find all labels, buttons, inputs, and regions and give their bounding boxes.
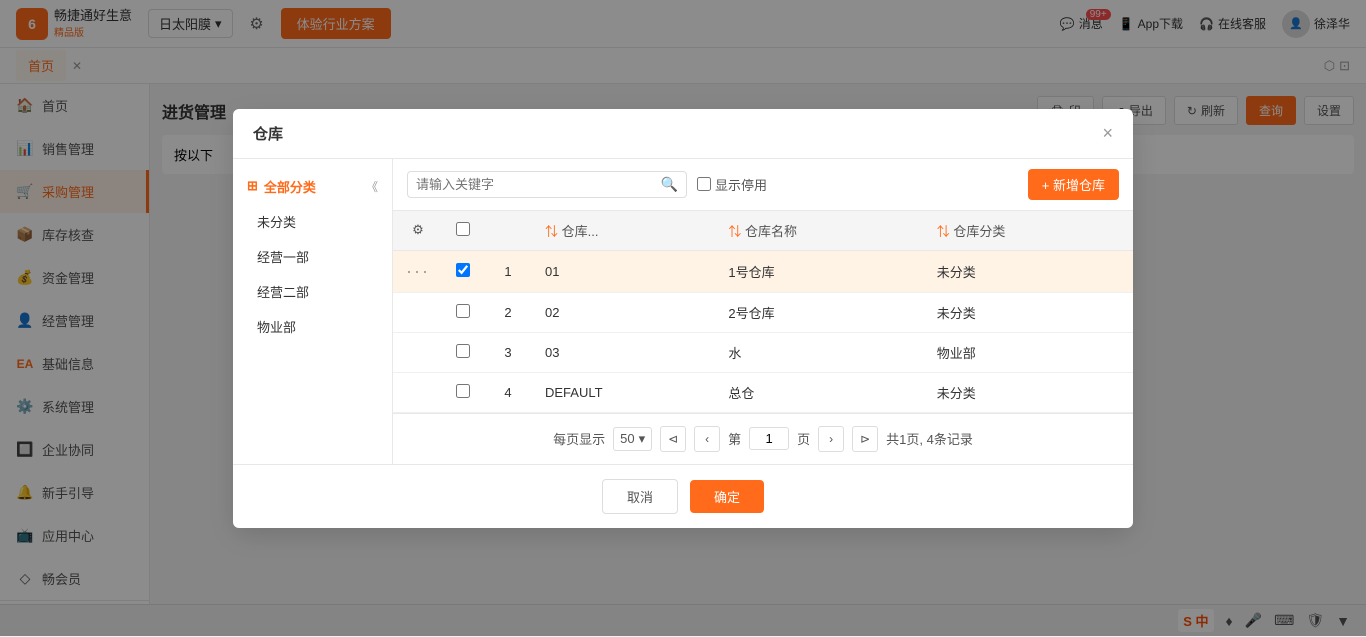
row-checkbox[interactable] <box>456 263 470 277</box>
sort-icon-cat: ⇅ <box>937 224 950 239</box>
row-name: 2号仓库 <box>716 292 924 332</box>
table-row[interactable]: 4 DEFAULT 总仓 未分类 <box>393 372 1133 412</box>
per-page-value: 50 <box>620 431 634 446</box>
row-check[interactable] <box>443 332 483 372</box>
row-gear: ··· <box>393 250 443 292</box>
row-code: 02 <box>533 292 716 332</box>
row-check[interactable] <box>443 250 483 292</box>
per-page-select[interactable]: 50 ▾ <box>613 427 652 451</box>
modal-close-button[interactable]: × <box>1102 123 1113 144</box>
show-disabled-checkbox[interactable] <box>697 177 711 191</box>
modal-header: 仓库 × <box>233 109 1133 159</box>
table-wrap: ⚙ ⇅ 仓库... <box>393 211 1133 413</box>
search-input[interactable] <box>416 177 657 192</box>
row-name: 1号仓库 <box>716 250 924 292</box>
category-item-operations2[interactable]: 经营二部 <box>233 274 392 309</box>
category-panel: ⊞ 全部分类 《 未分类 经营一部 经营二部 物业部 <box>233 159 393 464</box>
row-category: 未分类 <box>925 372 1133 412</box>
search-icon: 🔍 <box>661 176 678 193</box>
row-check[interactable] <box>443 372 483 412</box>
show-disabled-wrap: 显示停用 <box>697 175 767 194</box>
row-checkbox[interactable] <box>456 384 470 398</box>
last-page-button[interactable]: ⊳ <box>852 426 878 452</box>
table-toolbar: 🔍 显示停用 + 新增仓库 <box>393 159 1133 211</box>
row-checkbox[interactable] <box>456 304 470 318</box>
row-code: 03 <box>533 332 716 372</box>
table-row[interactable]: ··· 1 01 1号仓库 未分类 <box>393 250 1133 292</box>
first-page-button[interactable]: ⊲ <box>660 426 686 452</box>
select-all-checkbox[interactable] <box>456 222 470 236</box>
row-num: 4 <box>483 372 533 412</box>
row-check[interactable] <box>443 292 483 332</box>
per-page-label: 每页显示 <box>553 429 605 448</box>
category-item-property[interactable]: 物业部 <box>233 309 392 344</box>
modal-overlay: 仓库 × ⊞ 全部分类 《 未分类 经营一部 经营二部 物业部 <box>0 0 1366 636</box>
page-number-input[interactable] <box>749 427 789 450</box>
sort-icon: ⇅ <box>545 224 558 239</box>
th-num <box>483 211 533 251</box>
modal-body: ⊞ 全部分类 《 未分类 经营一部 经营二部 物业部 🔍 <box>233 159 1133 464</box>
page-suffix: 页 <box>797 429 810 448</box>
row-num: 1 <box>483 250 533 292</box>
row-code: 01 <box>533 250 716 292</box>
row-checkbox[interactable] <box>456 344 470 358</box>
table-row[interactable]: 3 03 水 物业部 <box>393 332 1133 372</box>
show-disabled-label: 显示停用 <box>715 175 767 194</box>
row-category: 物业部 <box>925 332 1133 372</box>
sort-icon-name: ⇅ <box>728 224 741 239</box>
chevron-down-icon-page: ▾ <box>639 431 646 447</box>
grid-icon: ⊞ <box>247 178 258 194</box>
modal-footer: 取消 确定 <box>233 464 1133 528</box>
search-input-wrap[interactable]: 🔍 <box>407 171 687 198</box>
table-panel: 🔍 显示停用 + 新增仓库 ⚙ <box>393 159 1133 464</box>
warehouse-table: ⚙ ⇅ 仓库... <box>393 211 1133 413</box>
modal-title: 仓库 <box>253 123 283 144</box>
gear-icon: ⚙ <box>412 222 424 237</box>
th-name: ⇅ 仓库名称 <box>716 211 924 251</box>
category-header[interactable]: ⊞ 全部分类 《 <box>233 169 392 204</box>
row-code: DEFAULT <box>533 372 716 412</box>
category-item-operations1[interactable]: 经营一部 <box>233 239 392 274</box>
page-label: 第 <box>728 429 741 448</box>
row-category: 未分类 <box>925 292 1133 332</box>
row-name: 水 <box>716 332 924 372</box>
row-gear <box>393 372 443 412</box>
row-gear <box>393 292 443 332</box>
table-header-row: ⚙ ⇅ 仓库... <box>393 211 1133 251</box>
row-gear <box>393 332 443 372</box>
row-name: 总仓 <box>716 372 924 412</box>
prev-page-button[interactable]: ‹ <box>694 426 720 452</box>
pagination: 每页显示 50 ▾ ⊲ ‹ 第 页 › ⊳ 共1页, 4条记录 <box>393 413 1133 464</box>
th-category: ⇅ 仓库分类 <box>925 211 1133 251</box>
th-gear: ⚙ <box>393 211 443 251</box>
warehouse-modal: 仓库 × ⊞ 全部分类 《 未分类 经营一部 经营二部 物业部 <box>233 109 1133 528</box>
category-item-unclassified[interactable]: 未分类 <box>233 204 392 239</box>
th-check <box>443 211 483 251</box>
collapse-button[interactable]: 《 <box>366 178 378 195</box>
all-categories-label: 全部分类 <box>264 177 316 196</box>
add-warehouse-button[interactable]: + 新增仓库 <box>1028 169 1119 200</box>
th-code: ⇅ 仓库... <box>533 211 716 251</box>
confirm-button[interactable]: 确定 <box>690 480 764 513</box>
total-info: 共1页, 4条记录 <box>886 429 973 448</box>
row-category: 未分类 <box>925 250 1133 292</box>
row-num: 3 <box>483 332 533 372</box>
cancel-button[interactable]: 取消 <box>602 479 678 514</box>
table-row[interactable]: 2 02 2号仓库 未分类 <box>393 292 1133 332</box>
next-page-button[interactable]: › <box>818 426 844 452</box>
row-num: 2 <box>483 292 533 332</box>
more-icon[interactable]: ··· <box>406 261 430 281</box>
